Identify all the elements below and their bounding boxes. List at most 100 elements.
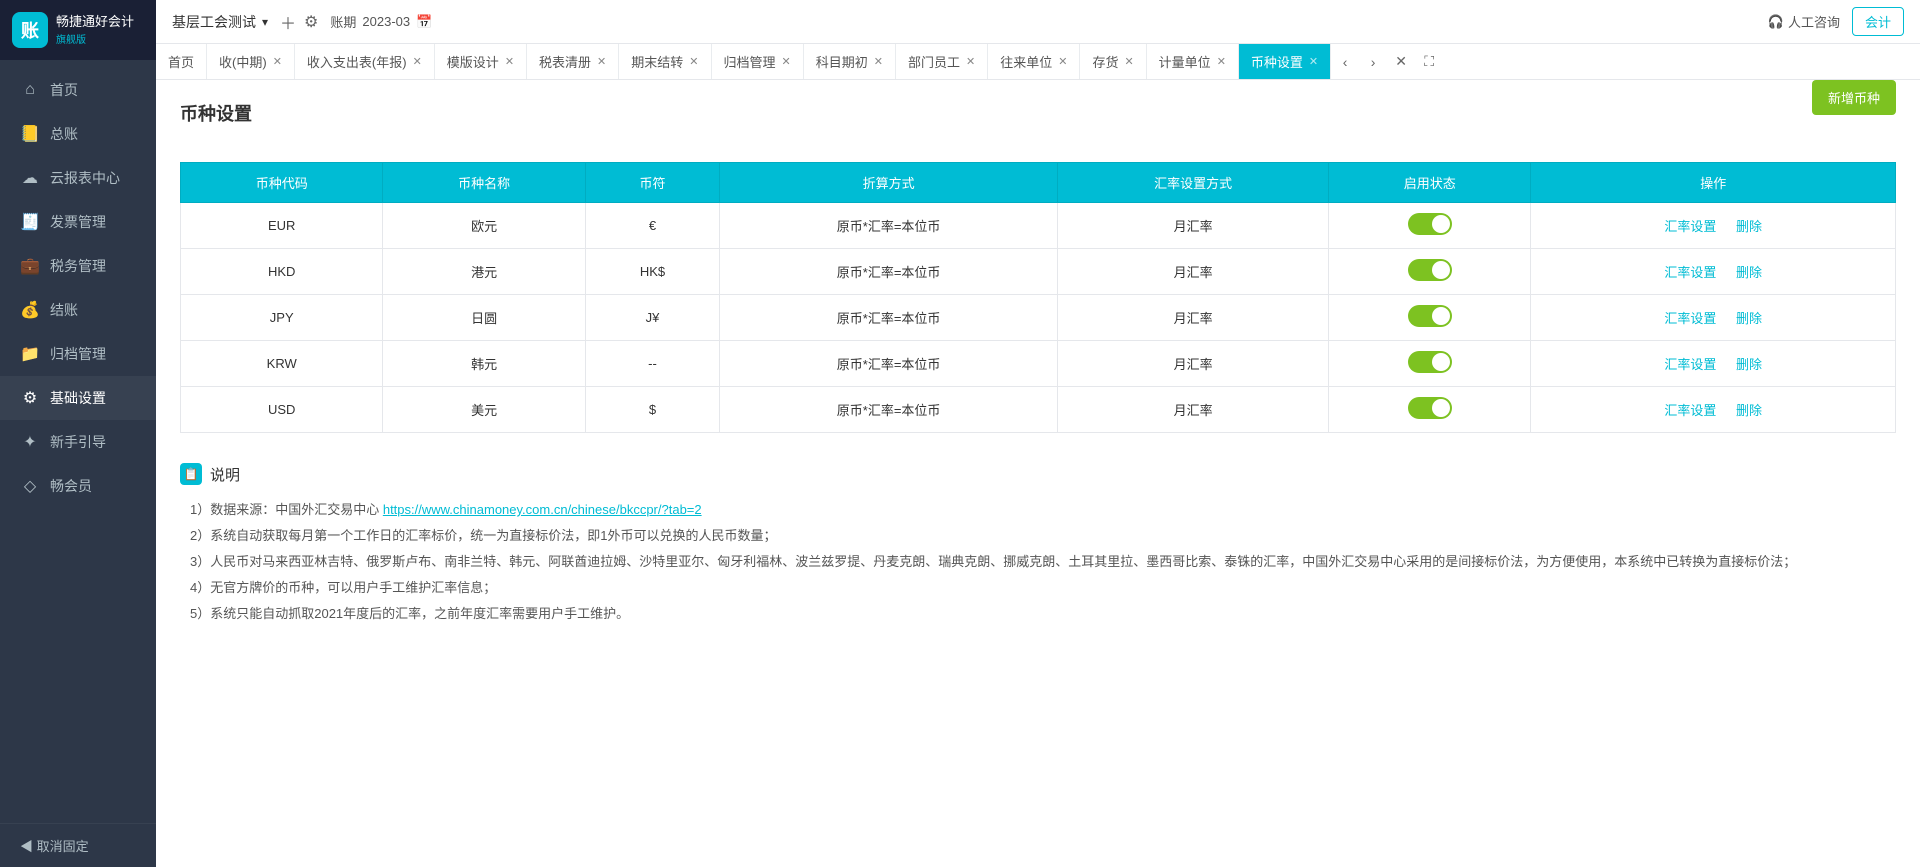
sidebar-item-basic[interactable]: ⚙基础设置 — [0, 376, 156, 420]
sidebar-item-guide[interactable]: ✦新手引导 — [0, 420, 156, 464]
add-project-icon[interactable]: ＋ — [280, 10, 296, 34]
sidebar-footer-label: ◀ 取消固定 — [20, 836, 89, 855]
sidebar-item-tax[interactable]: 💼税务管理 — [0, 244, 156, 288]
tab-label-unit: 计量单位 — [1159, 52, 1211, 71]
cell-rate-type: 月汇率 — [1058, 295, 1329, 341]
topbar-actions: ＋ ⚙ — [280, 10, 318, 34]
rate-settings-link-USD[interactable]: 汇率设置 — [1664, 403, 1716, 418]
nav-icon-invoice: 🧾 — [20, 212, 40, 232]
sidebar-item-member[interactable]: ◇畅会员 — [0, 464, 156, 508]
logo-icon: 账 — [12, 12, 48, 48]
toggle-enabled-EUR[interactable] — [1408, 213, 1452, 235]
tab-tax[interactable]: 税表清册 ✕ — [527, 44, 619, 79]
tab-close-client[interactable]: ✕ — [1058, 55, 1067, 68]
tab-close-unit[interactable]: ✕ — [1217, 55, 1226, 68]
notice-list: 1）数据来源：中国外汇交易中心 https://www.chinamoney.c… — [180, 497, 1896, 627]
delete-link-HKD[interactable]: 删除 — [1736, 265, 1762, 280]
delete-link-USD[interactable]: 删除 — [1736, 403, 1762, 418]
project-chevron-icon[interactable]: ▾ — [262, 15, 268, 29]
tab-period_end[interactable]: 期末结转✕ — [619, 44, 711, 79]
table-row: HKD 港元 HK$ 原币*汇率=本位币 月汇率 汇率设置 删除 — [181, 249, 1896, 295]
toggle-enabled-USD[interactable] — [1408, 397, 1452, 419]
tab-label-archive: 归档管理 — [724, 52, 776, 71]
cell-enabled — [1329, 249, 1531, 295]
calendar-icon[interactable]: 📅 — [416, 14, 432, 30]
kuaiji-button[interactable]: 会计 — [1852, 7, 1904, 36]
rate-settings-link-HKD[interactable]: 汇率设置 — [1664, 265, 1716, 280]
tab-currency[interactable]: 币种设置✕ — [1239, 44, 1331, 79]
rate-settings-link-KRW[interactable]: 汇率设置 — [1664, 357, 1716, 372]
nav-icon-member: ◇ — [20, 476, 40, 496]
consult-button[interactable]: 🎧 人工咨询 — [1768, 12, 1840, 31]
sidebar-item-home[interactable]: ⌂首页 — [0, 68, 156, 112]
nav-label-invoice: 发票管理 — [50, 212, 106, 232]
col-symbol: 币符 — [585, 163, 719, 203]
tab-income[interactable]: 收入支出表(年报)✕ — [295, 44, 435, 79]
col-rate-type: 汇率设置方式 — [1058, 163, 1329, 203]
tab-scroll-left[interactable]: ‹ — [1331, 44, 1359, 79]
sidebar-item-archive[interactable]: 📁归档管理 — [0, 332, 156, 376]
tab-close-template[interactable]: ✕ — [505, 55, 514, 68]
tab-client[interactable]: 往来单位✕ — [988, 44, 1080, 79]
cell-actions: 汇率设置 删除 — [1531, 387, 1896, 433]
project-name: 基层工会测试 — [172, 12, 256, 32]
settings-icon[interactable]: ⚙ — [304, 12, 318, 32]
tab-close-tax[interactable]: ✕ — [597, 55, 606, 68]
kuaiji-label: 会计 — [1865, 15, 1891, 30]
rate-settings-link-JPY[interactable]: 汇率设置 — [1664, 311, 1716, 326]
notice-item: 1）数据来源：中国外汇交易中心 https://www.chinamoney.c… — [190, 497, 1896, 523]
tab-maximize[interactable]: ⛶ — [1415, 44, 1443, 79]
notice-link[interactable]: https://www.chinamoney.com.cn/chinese/bk… — [383, 502, 702, 517]
cell-conversion: 原币*汇率=本位币 — [720, 203, 1058, 249]
sidebar: 账 畅捷通好会计 旗舰版 ⌂首页📒总账☁云报表中心🧾发票管理💼税务管理💰结账📁归… — [0, 0, 156, 867]
tab-subject_init[interactable]: 科目期初✕ — [804, 44, 896, 79]
notice-title: 📋 说明 — [180, 463, 1896, 485]
tab-unit[interactable]: 计量单位 ✕ — [1147, 44, 1239, 79]
nav-icon-settlement: 💰 — [20, 300, 40, 320]
tab-label-tax: 税表清册 — [539, 52, 591, 71]
table-row: EUR 欧元 € 原币*汇率=本位币 月汇率 汇率设置 删除 — [181, 203, 1896, 249]
nav-icon-reports: ☁ — [20, 168, 40, 188]
tab-scroll-right[interactable]: › — [1359, 44, 1387, 79]
rate-settings-link-EUR[interactable]: 汇率设置 — [1664, 219, 1716, 234]
tab-close-archive[interactable]: ✕ — [782, 55, 791, 68]
tab-close-inventory[interactable]: ✕ — [1124, 55, 1133, 68]
tab-close-balance[interactable]: ✕ — [273, 55, 282, 68]
delete-link-JPY[interactable]: 删除 — [1736, 311, 1762, 326]
notice-icon: 📋 — [180, 463, 202, 485]
toggle-enabled-KRW[interactable] — [1408, 351, 1452, 373]
tab-close-period_end[interactable]: ✕ — [689, 55, 698, 68]
tab-home[interactable]: 首页 — [156, 44, 207, 79]
sidebar-item-settlement[interactable]: 💰结账 — [0, 288, 156, 332]
tab-template[interactable]: 模版设计 ✕ — [435, 44, 527, 79]
sidebar-item-reports[interactable]: ☁云报表中心 — [0, 156, 156, 200]
tab-label-template: 模版设计 — [447, 52, 499, 71]
tab-close-income[interactable]: ✕ — [413, 55, 422, 68]
tab-close-currency[interactable]: ✕ — [1309, 55, 1318, 68]
notice-item: 2）系统自动获取每月第一个工作日的汇率标价，统一为直接标价法，即1外币可以兑换的… — [190, 523, 1896, 549]
tab-dept[interactable]: 部门员工✕ — [896, 44, 988, 79]
tab-close-subject_init[interactable]: ✕ — [874, 55, 883, 68]
new-currency-button[interactable]: 新增币种 — [1812, 80, 1896, 115]
sidebar-nav: ⌂首页📒总账☁云报表中心 🧾 发票管理 💼税务管理💰结账📁归档管理⚙基础设置✦新手引导… — [0, 60, 156, 823]
delete-link-EUR[interactable]: 删除 — [1736, 219, 1762, 234]
cell-code: JPY — [181, 295, 383, 341]
sidebar-footer[interactable]: ◀ 取消固定 — [0, 823, 156, 867]
toggle-enabled-HKD[interactable] — [1408, 259, 1452, 281]
cell-name: 美元 — [383, 387, 585, 433]
tab-inventory[interactable]: 存货✕ — [1080, 44, 1146, 79]
cell-symbol: $ — [585, 387, 719, 433]
nav-label-tax: 税务管理 — [50, 256, 106, 276]
toggle-enabled-JPY[interactable] — [1408, 305, 1452, 327]
tab-close-all[interactable]: ✕ — [1387, 44, 1415, 79]
cell-code: KRW — [181, 341, 383, 387]
nav-icon-archive: 📁 — [20, 344, 40, 364]
topbar: 基层工会测试 ▾ ＋ ⚙ 账期 2023-03 📅 🎧 人工咨询 会计 — [156, 0, 1920, 44]
tab-archive[interactable]: 归档管理 ✕ — [712, 44, 804, 79]
tab-balance[interactable]: 收(中期)✕ — [207, 44, 295, 79]
tab-close-dept[interactable]: ✕ — [966, 55, 975, 68]
delete-link-KRW[interactable]: 删除 — [1736, 357, 1762, 372]
tab-label-home: 首页 — [168, 52, 194, 71]
sidebar-item-ledger[interactable]: 📒总账 — [0, 112, 156, 156]
sidebar-item-invoice[interactable]: 🧾 发票管理 — [0, 200, 156, 244]
